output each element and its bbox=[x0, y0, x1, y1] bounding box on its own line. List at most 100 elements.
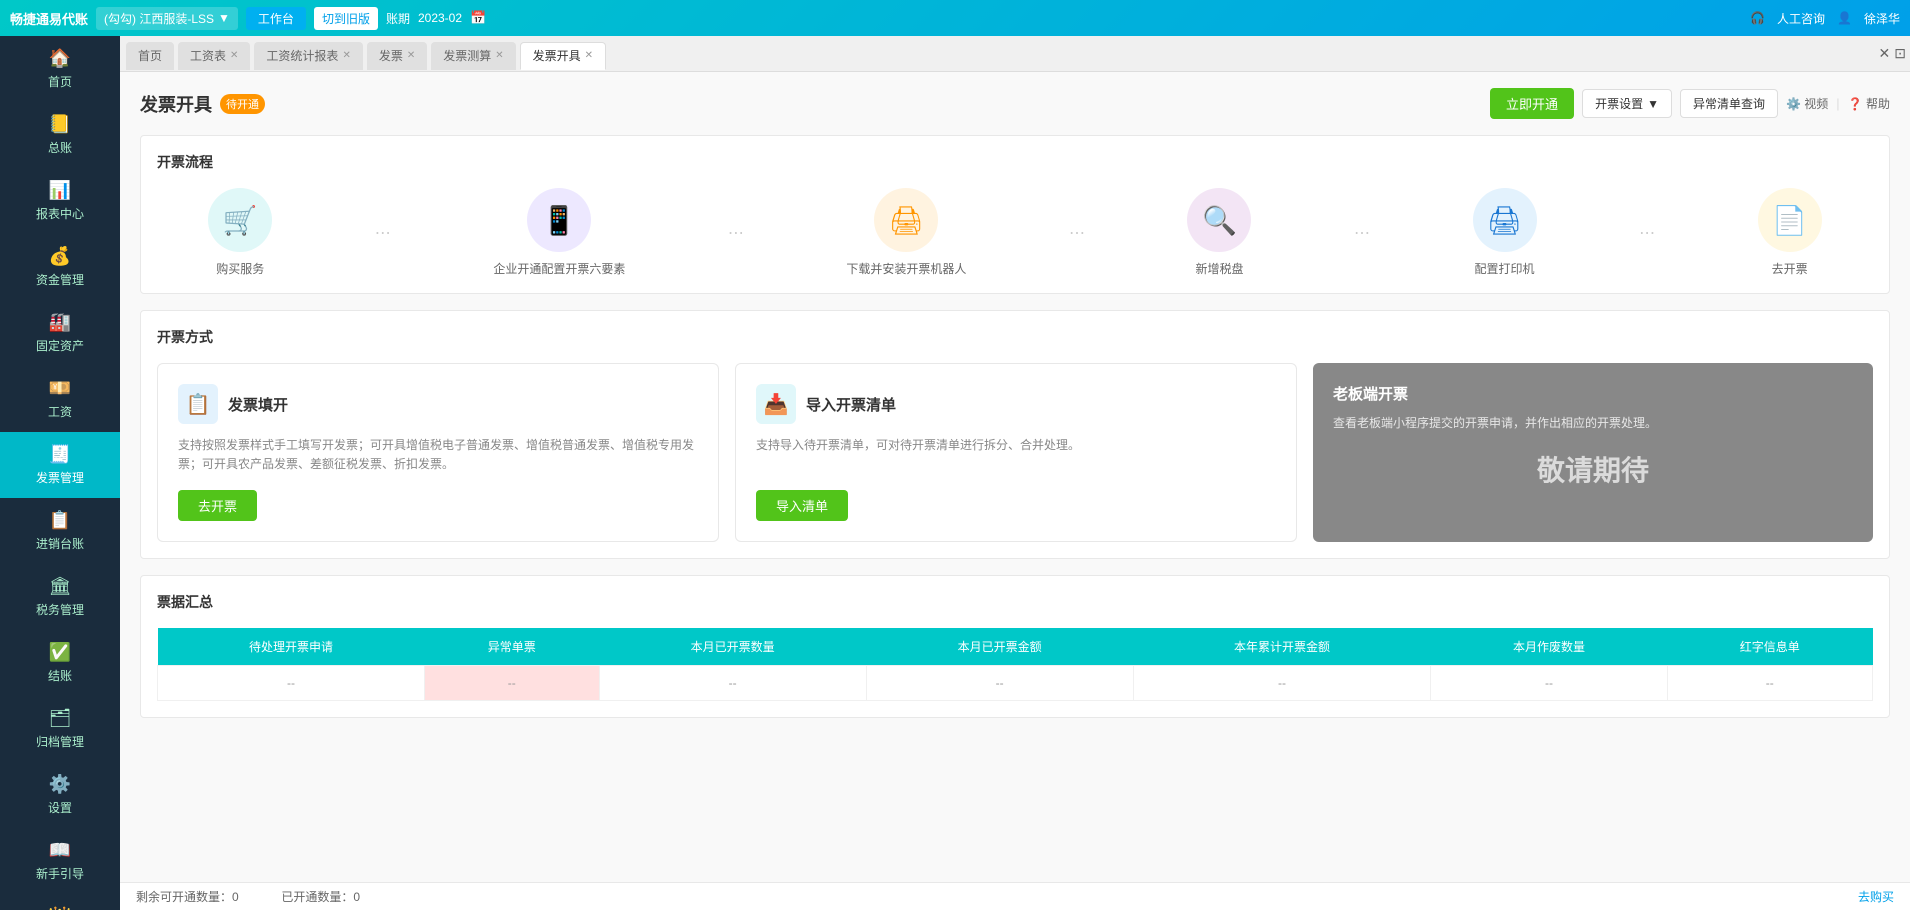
sidebar-item-home[interactable]: 🏠 首页 bbox=[0, 36, 120, 102]
tab-home[interactable]: 首页 bbox=[126, 42, 174, 70]
buy-service-icon: 🛒 bbox=[208, 188, 272, 252]
sidebar-item-checkout[interactable]: ✅ 结账 bbox=[0, 630, 120, 696]
tab-salary-report[interactable]: 工资统计报表 ✕ bbox=[254, 42, 362, 70]
sidebar-item-invoice[interactable]: 🧾 发票管理 bbox=[0, 432, 120, 498]
tab-salary-table-close[interactable]: ✕ bbox=[230, 50, 238, 61]
tab-salary-table-label: 工资表 bbox=[190, 47, 226, 64]
home-icon: 🏠 bbox=[49, 48, 71, 69]
card2-title: 导入开票清单 bbox=[806, 394, 896, 415]
method-cards: 📋 发票填开 支持按照发票样式手工填写开发票；可开具增值税电子普通发票、增值税普… bbox=[157, 363, 1873, 542]
step-download-robot[interactable]: 🖨 下载并安装开票机器人 bbox=[846, 188, 966, 277]
ledger-icon: 📒 bbox=[49, 114, 71, 135]
consult-label[interactable]: 人工咨询 bbox=[1777, 10, 1825, 27]
val-amount-month: -- bbox=[866, 666, 1133, 701]
views-label: 视频 bbox=[1804, 97, 1828, 111]
status-bar: 剩余可开通数量：0 已开通数量：0 去购买 bbox=[120, 882, 1910, 910]
period-value: 2023-02 bbox=[418, 11, 462, 25]
enterprise-config-icon: 📱 bbox=[527, 188, 591, 252]
card1-title: 发票填开 bbox=[228, 394, 288, 415]
tab-invoice[interactable]: 发票 ✕ bbox=[367, 42, 427, 70]
consult-icon: 🎧 bbox=[1750, 11, 1765, 25]
method-card-fill: 📋 发票填开 支持按照发票样式手工填写开发票；可开具增值税电子普通发票、增值税普… bbox=[157, 363, 719, 542]
card1-header: 📋 发票填开 bbox=[178, 384, 698, 424]
buy-link[interactable]: 去购买 bbox=[1858, 888, 1894, 905]
card2-icon: 📥 bbox=[756, 384, 796, 424]
views-button[interactable]: ⚙️ 视频 bbox=[1786, 95, 1828, 112]
header-actions: 立即开通 开票设置 ▼ 异常清单查询 ⚙️ 视频 | ❓ 帮助 bbox=[1490, 88, 1890, 119]
tab-invoice-close[interactable]: ✕ bbox=[407, 50, 415, 61]
sidebar-label-settings: 设置 bbox=[48, 799, 72, 816]
open-settings-label: 开票设置 bbox=[1595, 95, 1643, 112]
open-settings-button[interactable]: 开票设置 ▼ bbox=[1582, 89, 1672, 118]
sidebar-item-ledger[interactable]: 📒 总账 bbox=[0, 102, 120, 168]
abnormal-query-button[interactable]: 异常清单查询 bbox=[1680, 89, 1778, 118]
summary-table: 待处理开票申请 异常单票 本月已开票数量 本月已开票金额 本年累计开票金额 本月… bbox=[157, 628, 1873, 701]
page-header: 发票开具 待开通 立即开通 开票设置 ▼ 异常清单查询 ⚙️ 视频 | bbox=[140, 88, 1890, 119]
calendar-icon: 📅 bbox=[470, 10, 486, 26]
method-card-boss: 老板端开票 查看老板端小程序提交的开票申请，并作出相应的开票处理。 敬请期待 bbox=[1313, 363, 1873, 542]
val-red-info: -- bbox=[1667, 666, 1872, 701]
sidebar-item-archive[interactable]: 🗂 归档管理 bbox=[0, 696, 120, 762]
workbench-button[interactable]: 工作台 bbox=[246, 7, 306, 30]
company-selector[interactable]: (勾勾) 江西服装-LSS ▼ bbox=[96, 7, 238, 30]
flow-section: 开票流程 🛒 购买服务 ⋯ 📱 企业开通配置开票六要素 ⋯ 🖨 下载并安装开 bbox=[140, 135, 1890, 294]
close-all-button[interactable]: ✕ bbox=[1879, 45, 1891, 62]
restore-button[interactable]: ⊡ bbox=[1894, 45, 1906, 62]
sidebar-item-purchase[interactable]: 📋 进销台账 bbox=[0, 498, 120, 564]
enterprise-config-label: 企业开通配置开票六要素 bbox=[493, 260, 625, 277]
status-left: 剩余可开通数量：0 已开通数量：0 bbox=[136, 888, 360, 905]
retro-button[interactable]: 切到旧版 bbox=[314, 7, 378, 30]
sidebar-label-salary: 工资 bbox=[48, 403, 72, 420]
sidebar-label-home: 首页 bbox=[48, 73, 72, 90]
assets-icon: 🏭 bbox=[49, 312, 71, 333]
val-amount-year: -- bbox=[1133, 666, 1431, 701]
import-list-button[interactable]: 导入清单 bbox=[756, 490, 848, 521]
summary-section: 票据汇总 待处理开票申请 异常单票 本月已开票数量 本月已开票金额 本年累计开票… bbox=[140, 575, 1890, 718]
remain-label: 剩余可开通数量：0 bbox=[136, 890, 239, 904]
sidebar-label-funds: 资金管理 bbox=[36, 271, 84, 288]
sidebar-label-invoice: 发票管理 bbox=[36, 469, 84, 486]
val-void-month: -- bbox=[1431, 666, 1667, 701]
sidebar: 🏠 首页 📒 总账 📊 报表中心 💰 资金管理 🏭 固定资产 💴 工资 🧾 发票… bbox=[0, 36, 120, 910]
top-bar-left: 畅捷通易代账 (勾勾) 江西服装-LSS ▼ 工作台 切到旧版 账期 2023-… bbox=[10, 7, 486, 30]
immediate-open-button[interactable]: 立即开通 bbox=[1490, 88, 1574, 119]
tab-bar: 首页 工资表 ✕ 工资统计报表 ✕ 发票 ✕ 发票测算 ✕ 发票开具 ✕ bbox=[120, 36, 1910, 72]
purchase-icon: 📋 bbox=[49, 510, 71, 531]
step-buy-service[interactable]: 🛒 购买服务 bbox=[208, 188, 272, 277]
sidebar-item-guide[interactable]: 📖 新手引导 bbox=[0, 828, 120, 894]
help-icon: ❓ bbox=[1848, 97, 1863, 111]
username[interactable]: 徐泽华 bbox=[1864, 10, 1900, 27]
summary-header-row: 待处理开票申请 异常单票 本月已开票数量 本月已开票金额 本年累计开票金额 本月… bbox=[158, 628, 1873, 666]
user-icon: 👤 bbox=[1837, 11, 1852, 25]
tab-salary-report-close[interactable]: ✕ bbox=[342, 50, 350, 61]
tab-invoice-tool-close[interactable]: ✕ bbox=[585, 50, 593, 61]
invoice-icon: 🧾 bbox=[49, 444, 71, 465]
tab-invoice-tool[interactable]: 发票开具 ✕ bbox=[520, 42, 606, 70]
sidebar-item-settings[interactable]: ⚙️ 设置 bbox=[0, 762, 120, 828]
sidebar-item-assets[interactable]: 🏭 固定资产 bbox=[0, 300, 120, 366]
tab-salary-table[interactable]: 工资表 ✕ bbox=[178, 42, 250, 70]
card1-icon: 📋 bbox=[178, 384, 218, 424]
sidebar-item-funds[interactable]: 💰 资金管理 bbox=[0, 234, 120, 300]
help-button[interactable]: ❓ 帮助 bbox=[1848, 95, 1890, 112]
dropdown-icon: ▼ bbox=[218, 11, 230, 25]
tab-invoice-calc[interactable]: 发票测算 ✕ bbox=[431, 42, 515, 70]
app-logo: 畅捷通易代账 bbox=[10, 9, 88, 28]
step-open-invoice[interactable]: 📄 去开票 bbox=[1758, 188, 1822, 277]
sidebar-label-archive: 归档管理 bbox=[36, 733, 84, 750]
go-open-invoice-button[interactable]: 去开票 bbox=[178, 490, 257, 521]
tab-invoice-calc-close[interactable]: ✕ bbox=[495, 50, 503, 61]
card3-watermark: 敬请期待 bbox=[1537, 449, 1649, 489]
step-enterprise-config[interactable]: 📱 企业开通配置开票六要素 bbox=[493, 188, 625, 277]
sidebar-item-tax[interactable]: 🏛 税务管理 bbox=[0, 564, 120, 630]
sidebar-item-reports[interactable]: 📊 报表中心 bbox=[0, 168, 120, 234]
separator: | bbox=[1836, 96, 1839, 111]
page-content: 发票开具 待开通 立即开通 开票设置 ▼ 异常清单查询 ⚙️ 视频 | bbox=[120, 72, 1910, 882]
col-abnormal: 异常单票 bbox=[425, 628, 600, 666]
sidebar-label-checkout: 结账 bbox=[48, 667, 72, 684]
step-config-printer[interactable]: 🖨 配置打印机 bbox=[1473, 188, 1537, 277]
step-add-tax[interactable]: 🔍 新增税盘 bbox=[1187, 188, 1251, 277]
sidebar-item-member[interactable]: 👑 畅会员 bbox=[0, 894, 120, 910]
sidebar-item-salary[interactable]: 💴 工资 bbox=[0, 366, 120, 432]
card3-desc: 查看老板端小程序提交的开票申请，并作出相应的开票处理。 bbox=[1333, 414, 1853, 433]
